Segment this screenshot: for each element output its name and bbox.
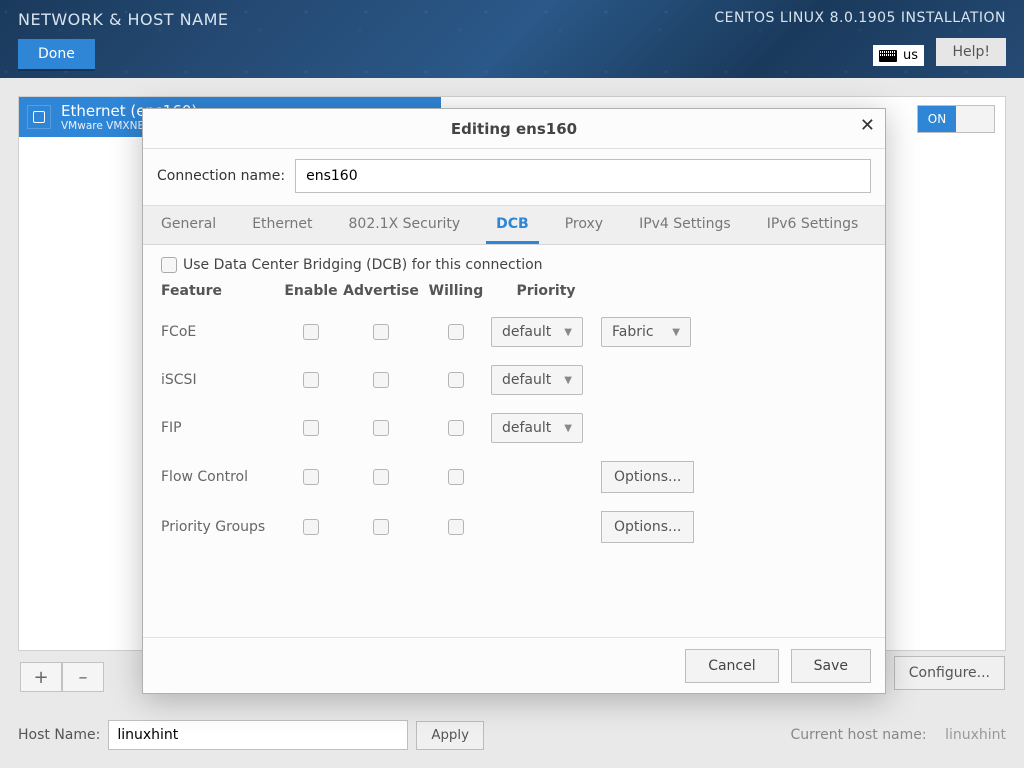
edit-connection-dialog: Editing ens160 ✕ Connection name: Genera…: [142, 108, 886, 694]
fcoe-advertise-checkbox[interactable]: [373, 324, 389, 340]
cancel-button[interactable]: Cancel: [685, 649, 778, 683]
interface-toggle[interactable]: ON: [917, 105, 995, 133]
row-fip-label: FIP: [161, 420, 281, 436]
col-enable: Enable: [281, 283, 341, 299]
prio-willing-checkbox[interactable]: [448, 519, 464, 535]
installer-version: CENTOS LINUX 8.0.1905 INSTALLATION: [714, 10, 1006, 26]
fip-priority-value: default: [502, 420, 551, 436]
apply-hostname-button[interactable]: Apply: [416, 721, 484, 750]
fip-advertise-checkbox[interactable]: [373, 420, 389, 436]
tab-ipv4[interactable]: IPv4 Settings: [629, 206, 741, 244]
current-hostname-label: Current host name:: [790, 727, 926, 743]
row-iscsi-label: iSCSI: [161, 372, 281, 388]
tab-ethernet[interactable]: Ethernet: [242, 206, 322, 244]
chevron-down-icon: ▼: [564, 327, 572, 338]
prio-advertise-checkbox[interactable]: [373, 519, 389, 535]
keyboard-icon: [879, 50, 897, 62]
col-willing: Willing: [421, 283, 491, 299]
connection-name-input[interactable]: [295, 159, 871, 193]
row-fcoe-label: FCoE: [161, 324, 281, 340]
chevron-down-icon: ▼: [672, 327, 680, 338]
done-button[interactable]: Done: [18, 39, 95, 69]
keyboard-layout: us: [903, 48, 918, 63]
fcoe-priority-select[interactable]: default ▼: [491, 317, 583, 347]
dialog-title: Editing ens160: [451, 120, 577, 138]
dialog-titlebar: Editing ens160 ✕: [143, 109, 885, 149]
dialog-footer: Cancel Save: [143, 637, 885, 693]
current-hostname-value: linuxhint: [945, 727, 1006, 743]
toggle-on-label: ON: [918, 106, 956, 132]
tab-general[interactable]: General: [151, 206, 226, 244]
prio-enable-checkbox[interactable]: [303, 519, 319, 535]
chevron-down-icon: ▼: [564, 375, 572, 386]
row-priogroups-label: Priority Groups: [161, 519, 281, 535]
flow-enable-checkbox[interactable]: [303, 469, 319, 485]
fcoe-enable-checkbox[interactable]: [303, 324, 319, 340]
fip-priority-select[interactable]: default ▼: [491, 413, 583, 443]
iscsi-enable-checkbox[interactable]: [303, 372, 319, 388]
fcoe-priority-value: default: [502, 324, 551, 340]
flow-willing-checkbox[interactable]: [448, 469, 464, 485]
dialog-body: Connection name: General Ethernet 802.1X…: [143, 149, 885, 637]
prio-options-button[interactable]: Options...: [601, 511, 694, 543]
chevron-down-icon: ▼: [564, 423, 572, 434]
hostname-input[interactable]: [108, 720, 408, 750]
connection-name-label: Connection name:: [157, 168, 285, 184]
fcoe-mode-select[interactable]: Fabric ▼: [601, 317, 691, 347]
tab-8021x[interactable]: 802.1X Security: [339, 206, 471, 244]
installer-topbar: NETWORK & HOST NAME CENTOS LINUX 8.0.190…: [0, 0, 1024, 78]
use-dcb-label: Use Data Center Bridging (DCB) for this …: [183, 257, 543, 273]
configure-button[interactable]: Configure...: [894, 656, 1005, 690]
col-advertise: Advertise: [341, 283, 421, 299]
add-interface-button[interactable]: +: [20, 662, 62, 692]
keyboard-indicator[interactable]: us: [873, 45, 924, 66]
fcoe-willing-checkbox[interactable]: [448, 324, 464, 340]
flow-options-button[interactable]: Options...: [601, 461, 694, 493]
dialog-tabs: General Ethernet 802.1X Security DCB Pro…: [143, 205, 885, 245]
iscsi-priority-select[interactable]: default ▼: [491, 365, 583, 395]
hostname-row: Host Name: Apply Current host name: linu…: [18, 720, 1006, 750]
hostname-label: Host Name:: [18, 727, 100, 743]
fip-enable-checkbox[interactable]: [303, 420, 319, 436]
dcb-tab-content: Use Data Center Bridging (DCB) for this …: [157, 245, 871, 555]
tab-proxy[interactable]: Proxy: [555, 206, 613, 244]
ethernet-icon: [27, 105, 51, 129]
use-dcb-checkbox[interactable]: [161, 257, 177, 273]
save-button[interactable]: Save: [791, 649, 871, 683]
iscsi-priority-value: default: [502, 372, 551, 388]
close-icon[interactable]: ✕: [860, 115, 875, 136]
toggle-knob: [956, 106, 994, 132]
tab-dcb[interactable]: DCB: [486, 206, 539, 244]
iscsi-advertise-checkbox[interactable]: [373, 372, 389, 388]
remove-interface-button[interactable]: –: [62, 662, 104, 692]
col-feature: Feature: [161, 283, 281, 299]
fip-willing-checkbox[interactable]: [448, 420, 464, 436]
iscsi-willing-checkbox[interactable]: [448, 372, 464, 388]
col-priority: Priority: [491, 283, 601, 299]
flow-advertise-checkbox[interactable]: [373, 469, 389, 485]
row-flow-label: Flow Control: [161, 469, 281, 485]
help-button[interactable]: Help!: [936, 38, 1006, 66]
tab-ipv6[interactable]: IPv6 Settings: [757, 206, 869, 244]
fcoe-mode-value: Fabric: [612, 324, 654, 340]
